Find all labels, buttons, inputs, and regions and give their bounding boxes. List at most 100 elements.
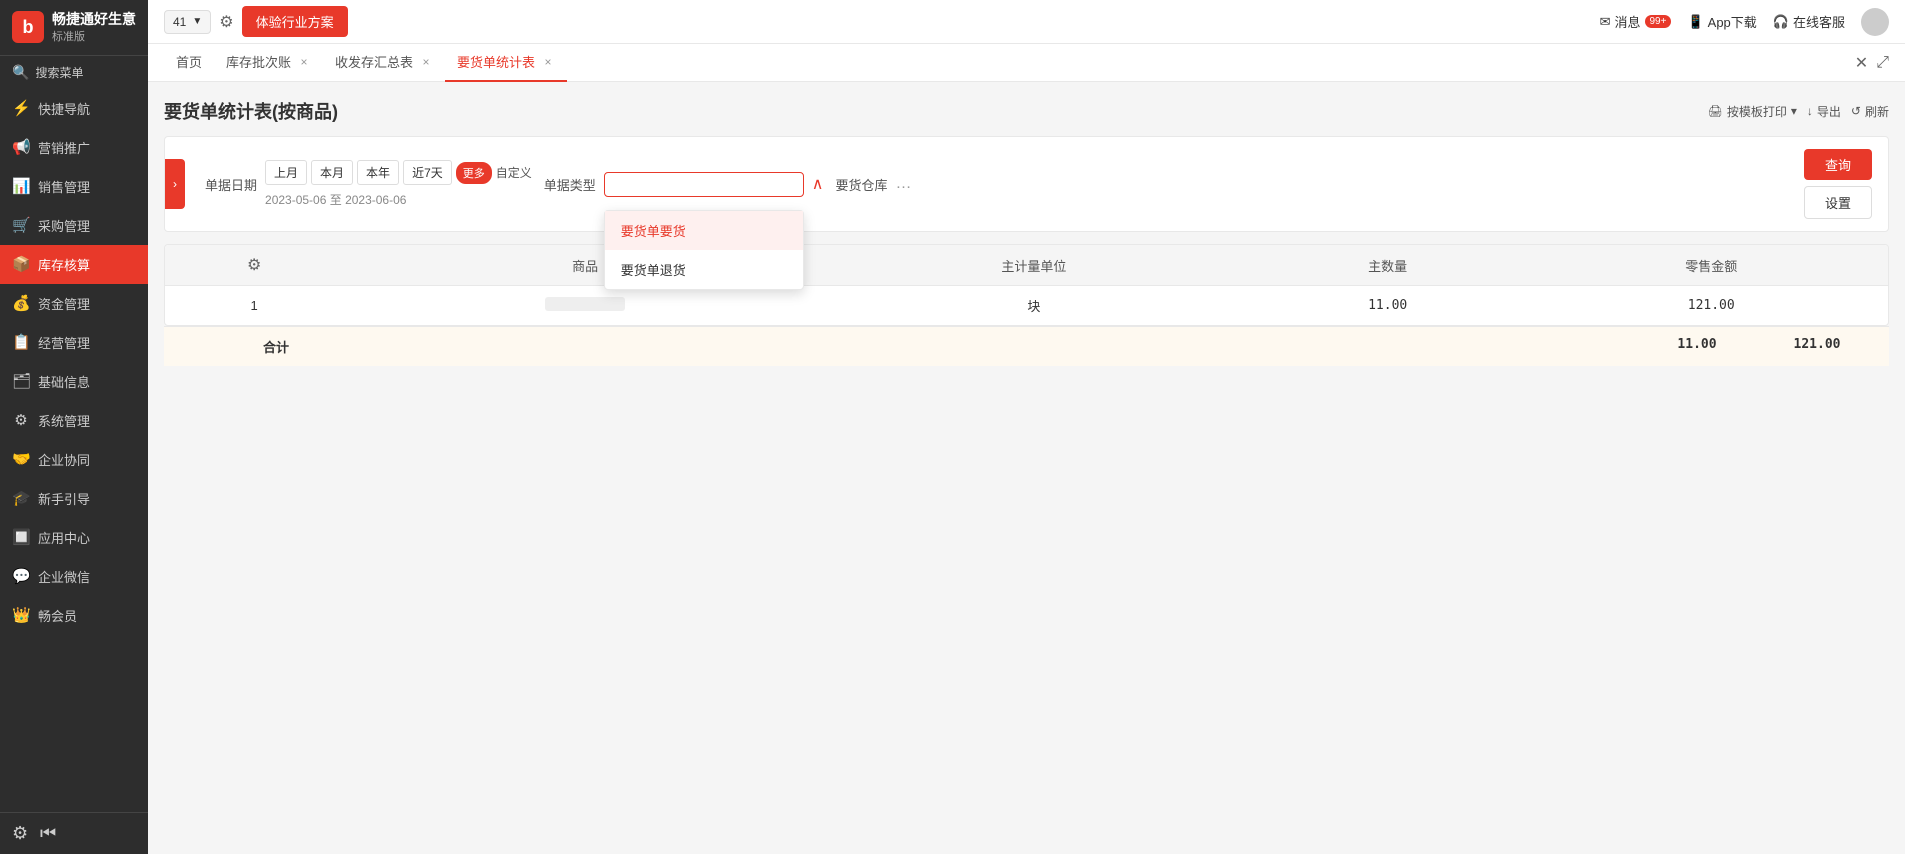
sidebar-item-operations[interactable]: 📋 经营管理 [0,323,148,362]
member-icon: 👑 [12,606,30,624]
finance-icon: 💰 [12,294,30,312]
this-year-btn[interactable]: 本年 [357,160,399,185]
col-amount: 零售金额 [1534,245,1888,286]
filter-area: › 单据日期 上月 本月 本年 近7天 更多 自定义 2023- [164,136,1889,232]
topbar-branch-dropdown[interactable]: 41 ▼ [164,10,211,34]
topbar-right: ✉ 消息 99+ 📱 App下载 🎧 在线客服 Rit [1600,8,1889,36]
date-filter-group: 单据日期 上月 本月 本年 近7天 更多 自定义 2023-05-06 至 20… [205,160,532,208]
row-quantity: 11.00 [1241,286,1535,326]
last-7-days-btn[interactable]: 近7天 [403,160,452,185]
page-actions: 🖨 按模板打印 ▾ ↓ 导出 ↺ 刷新 [1708,103,1889,120]
sidebar-item-finance[interactable]: 💰 资金管理 [0,284,148,323]
sidebar-item-sales[interactable]: 📊 销售管理 [0,167,148,206]
message-btn[interactable]: ✉ 消息 99+ [1600,12,1672,31]
tabs-right: ✕ ⤢ [1855,53,1889,73]
quick-nav-icon: ⚡ [12,99,30,117]
app-download-btn[interactable]: 📱 App下载 [1687,12,1756,31]
col-unit: 主计量单位 [827,245,1241,286]
expand-window-btn[interactable]: ⤢ [1876,54,1889,72]
type-clear-icon[interactable]: ∧ [812,174,824,194]
type-input[interactable] [604,172,804,197]
warehouse-label: 要货仓库 [836,175,888,194]
tab-order-summary[interactable]: 要货单统计表 × [445,44,567,82]
tabs-bar: 首页 库存批次账 × 收发存汇总表 × 要货单统计表 × ✕ ⤢ [148,44,1905,82]
online-service-btn[interactable]: 🎧 在线客服 [1773,12,1845,31]
tab-home[interactable]: 首页 [164,44,214,82]
page-title: 要货单统计表(按商品) [164,98,338,124]
user-avatar[interactable]: Rit [1861,8,1889,36]
sidebar-item-wechat[interactable]: 💬 企业微信 [0,557,148,596]
this-month-btn[interactable]: 本月 [311,160,353,185]
dropdown-item-order-return[interactable]: 要货单退货 [605,250,803,289]
table-settings-icon[interactable]: ⚙ [247,257,261,274]
product-placeholder [545,297,625,311]
topbar-left: 41 ▼ ⚙ 体验行业方案 [164,6,348,37]
sidebar-item-guide[interactable]: 🎓 新手引导 [0,479,148,518]
operations-icon: 📋 [12,333,30,351]
tab-close-order-summary[interactable]: × [541,55,555,69]
col-settings: ⚙ [165,245,343,286]
tab-receivable-summary[interactable]: 收发存汇总表 × [323,44,445,82]
sidebar-item-system[interactable]: ⚙ 系统管理 [0,401,148,440]
sidebar-item-purchase[interactable]: 🛒 采购管理 [0,206,148,245]
close-all-tabs-btn[interactable]: ✕ [1855,53,1868,73]
sidebar-search[interactable]: 🔍 搜索菜单 [0,56,148,89]
filter-content: 单据日期 上月 本月 本年 近7天 更多 自定义 2023-05-06 至 20… [205,149,1872,219]
warehouse-more-icon[interactable]: … [896,175,912,193]
last-month-btn[interactable]: 上月 [265,160,307,185]
footer-label: 合计 [176,337,376,356]
system-icon: ⚙ [12,411,30,429]
type-label: 单据类型 [544,175,596,194]
warehouse-filter-group: 要货仓库 … [836,175,912,194]
wechat-icon: 💬 [12,567,30,585]
date-label: 单据日期 [205,175,257,194]
sidebar: b 畅捷通好生意 标准版 🔍 搜索菜单 ⚡ 快捷导航 📢 营销推广 📊 销售管理… [0,0,148,854]
dropdown-chevron-icon: ▼ [192,16,202,27]
sidebar-item-enterprise[interactable]: 🤝 企业协同 [0,440,148,479]
tab-close-receivable-summary[interactable]: × [419,55,433,69]
basic-icon: 🗂 [12,372,30,390]
inventory-icon: 📦 [12,255,30,273]
sidebar-nav: ⚡ 快捷导航 📢 营销推广 📊 销售管理 🛒 采购管理 📦 库存核算 💰 资金管… [0,89,148,812]
sidebar-collapse-btn[interactable]: ⏮ [38,824,58,844]
export-btn[interactable]: ↓ 导出 [1807,103,1841,120]
print-chevron-icon: ▾ [1791,104,1797,118]
query-btn[interactable]: 查询 [1804,149,1872,180]
message-icon: ✉ [1600,14,1611,30]
table-footer: 合计 11.00 121.00 [164,326,1889,366]
marketing-icon: 📢 [12,138,30,156]
topbar-gear-icon[interactable]: ⚙ [219,12,233,32]
type-input-wrapper: 要货单要货 要货单退货 [604,172,804,197]
row-product [343,286,827,326]
footer-quantity: 11.00 [1637,337,1757,356]
type-filter-group: 单据类型 要货单要货 要货单退货 ∧ [544,172,824,197]
filter-expand-btn[interactable]: › [165,159,185,209]
tab-close-inventory-batch[interactable]: × [297,55,311,69]
page-header: 要货单统计表(按商品) 🖨 按模板打印 ▾ ↓ 导出 ↺ 刷新 [164,98,1889,124]
filter-actions: 查询 设置 [1804,149,1872,219]
refresh-btn[interactable]: ↺ 刷新 [1851,103,1889,120]
sidebar-item-basic[interactable]: 🗂 基础信息 [0,362,148,401]
phone-icon: 📱 [1687,14,1703,30]
sidebar-logo: b 畅捷通好生意 标准版 [0,0,148,56]
custom-date-btn[interactable]: 自定义 [496,164,532,181]
sidebar-item-quick-nav[interactable]: ⚡ 快捷导航 [0,89,148,128]
date-quick-btns: 上月 本月 本年 近7天 更多 自定义 [265,160,532,185]
page-content: 要货单统计表(按商品) 🖨 按模板打印 ▾ ↓ 导出 ↺ 刷新 › [148,82,1905,854]
print-template-btn[interactable]: 🖨 按模板打印 ▾ [1708,103,1797,120]
tab-inventory-batch[interactable]: 库存批次账 × [214,44,323,82]
settings-btn[interactable]: 设置 [1804,186,1872,219]
sidebar-item-inventory[interactable]: 📦 库存核算 [0,245,148,284]
sidebar-item-member[interactable]: 👑 畅会员 [0,596,148,635]
industry-btn[interactable]: 体验行业方案 [242,6,348,37]
sidebar-item-marketing[interactable]: 📢 营销推广 [0,128,148,167]
footer-settings-icon[interactable]: ⚙ [12,823,28,844]
sidebar-item-app-center[interactable]: 🔲 应用中心 [0,518,148,557]
topbar: 41 ▼ ⚙ 体验行业方案 ✉ 消息 99+ 📱 App下载 🎧 在线客服 Ri… [148,0,1905,44]
col-quantity: 主数量 [1241,245,1535,286]
refresh-icon: ↺ [1851,104,1861,118]
sales-icon: 📊 [12,177,30,195]
dropdown-item-order-goods[interactable]: 要货单要货 [605,211,803,250]
row-unit: 块 [827,286,1241,326]
more-dates-btn[interactable]: 更多 [456,162,492,184]
